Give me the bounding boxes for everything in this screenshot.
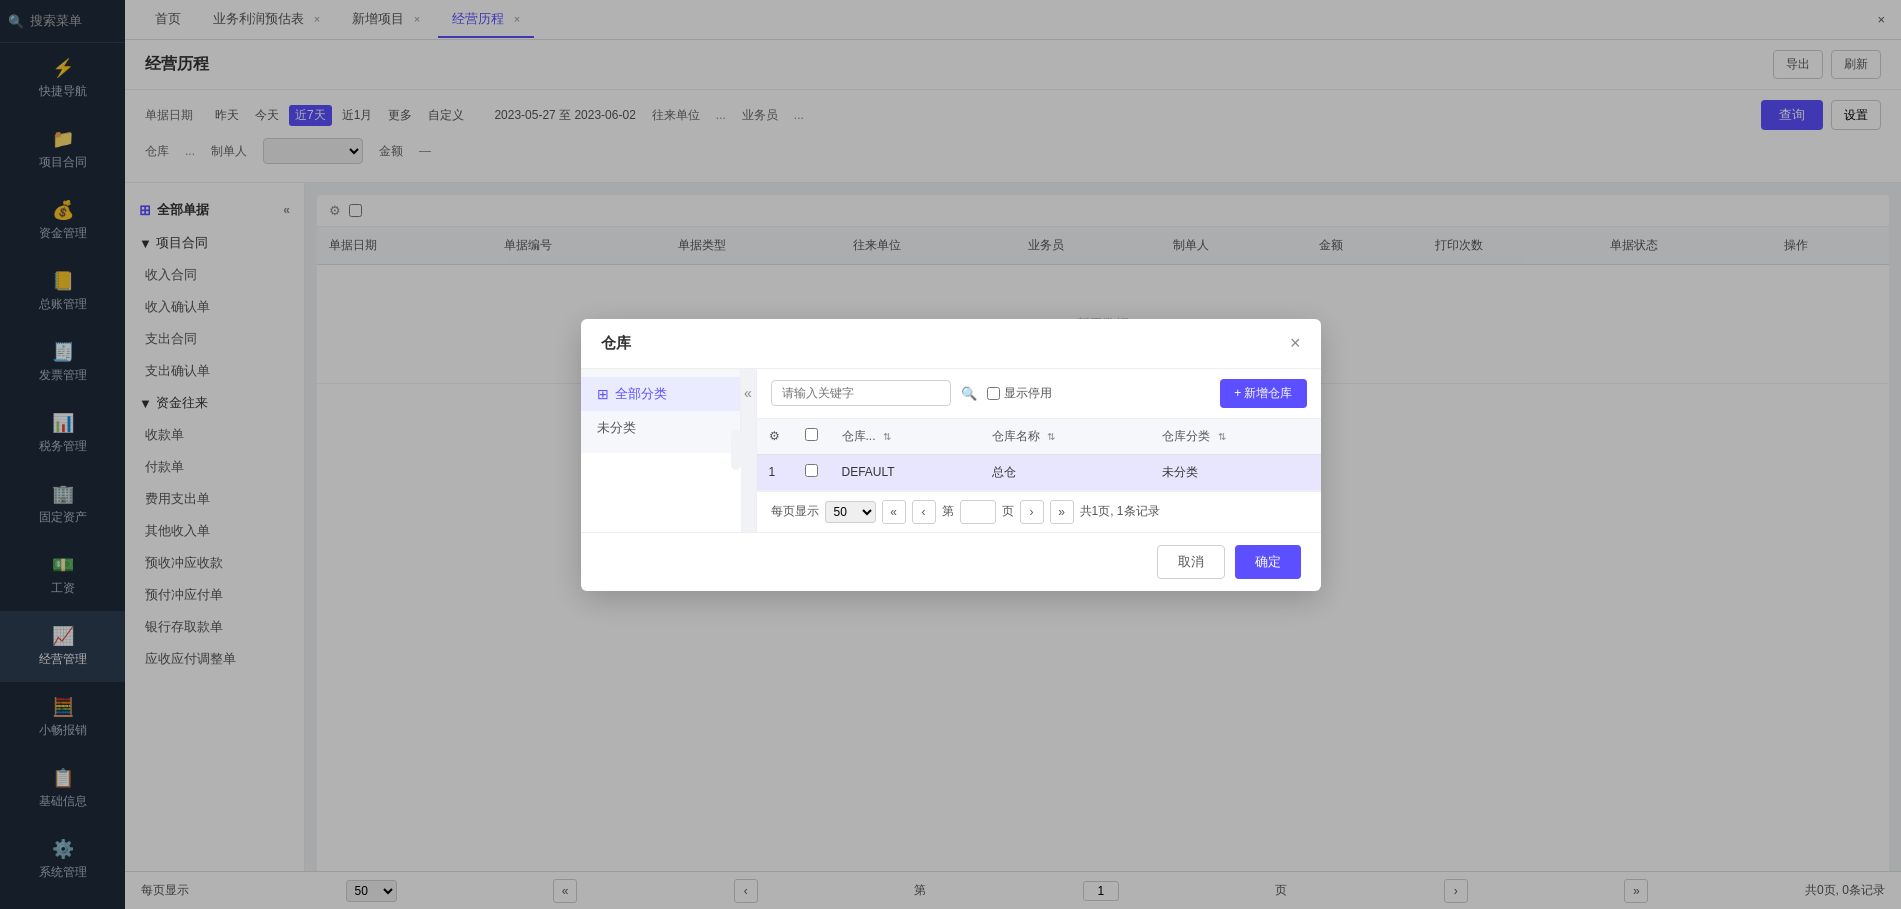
modal-sidebar-scroll[interactable] [731,430,741,470]
sort-icon-code: ⇅ [883,431,891,442]
modal-row-code: DEFAULT [830,454,980,490]
modal-table-header: ⚙ 仓库... ⇅ 仓库名称 ⇅ [757,419,1321,455]
modal-sidebar-wrapper: ⊞ 全部分类 未分类 [581,369,741,532]
modal-page-input[interactable]: 1 [960,500,996,524]
modal-cancel-button[interactable]: 取消 [1157,545,1225,579]
modal-row-name: 总仓 [980,454,1150,490]
modal-table-row[interactable]: 1 DEFAULT 总仓 未分类 [757,454,1321,490]
modal-per-page-select[interactable]: 50 10 20 100 [825,501,876,523]
settings-icon-col[interactable]: ⚙ [769,429,780,443]
modal-close-button[interactable]: × [1290,333,1301,354]
modal-col-checkbox [793,419,830,455]
modal-pagination: 每页显示 50 10 20 100 « ‹ 第 1 页 › » 共1页, 1条记… [757,491,1321,532]
collapse-icon: « [744,385,752,401]
modal-col-code: 仓库... ⇅ [830,419,980,455]
add-warehouse-button[interactable]: + 新增仓库 [1220,379,1306,408]
modal-table-area: ⚙ 仓库... ⇅ 仓库名称 ⇅ [757,419,1321,491]
modal-row-select[interactable] [805,464,818,477]
modal-overlay: 仓库 × ⊞ 全部分类 未分类 « [0,0,1901,909]
modal-sidebar: ⊞ 全部分类 未分类 [581,369,741,453]
modal-select-all[interactable] [805,428,818,441]
modal-title: 仓库 [601,334,631,353]
modal-first-btn[interactable]: « [882,500,906,524]
modal-page-label-pre: 第 [942,503,954,520]
modal-confirm-button[interactable]: 确定 [1235,545,1301,579]
modal-sidebar-all[interactable]: ⊞ 全部分类 [581,377,740,411]
modal-row-settings: 1 [757,454,793,490]
modal-total-text: 共1页, 1条记录 [1080,503,1160,520]
modal-col-settings: ⚙ [757,419,793,455]
modal-main: 🔍 显示停用 + 新增仓库 ⚙ [757,369,1321,532]
modal-last-btn[interactable]: » [1050,500,1074,524]
modal-per-page-label: 每页显示 [771,503,819,520]
modal-row-checkbox [793,454,830,490]
modal-prev-btn[interactable]: ‹ [912,500,936,524]
modal-col-name: 仓库名称 ⇅ [980,419,1150,455]
warehouse-modal: 仓库 × ⊞ 全部分类 未分类 « [581,319,1321,591]
modal-footer: 取消 确定 [581,532,1321,591]
grid-icon-modal: ⊞ [597,386,609,402]
modal-search-icon[interactable]: 🔍 [961,386,977,401]
modal-header: 仓库 × [581,319,1321,369]
modal-page-label: 页 [1002,503,1014,520]
modal-sidebar-unclassified[interactable]: 未分类 [581,411,740,445]
modal-col-category: 仓库分类 ⇅ [1150,419,1320,455]
modal-search-input[interactable] [771,380,951,406]
modal-toolbar: 🔍 显示停用 + 新增仓库 [757,369,1321,419]
modal-table: ⚙ 仓库... ⇅ 仓库名称 ⇅ [757,419,1321,491]
show-disabled-checkbox[interactable] [987,387,1000,400]
modal-body: ⊞ 全部分类 未分类 « 🔍 [581,369,1321,532]
modal-next-btn[interactable]: › [1020,500,1044,524]
modal-row-category: 未分类 [1150,454,1320,490]
sort-icon-name: ⇅ [1047,431,1055,442]
modal-collapse-handle[interactable]: « [741,369,757,532]
sort-icon-category: ⇅ [1218,431,1226,442]
show-disabled-label[interactable]: 显示停用 [987,385,1052,402]
